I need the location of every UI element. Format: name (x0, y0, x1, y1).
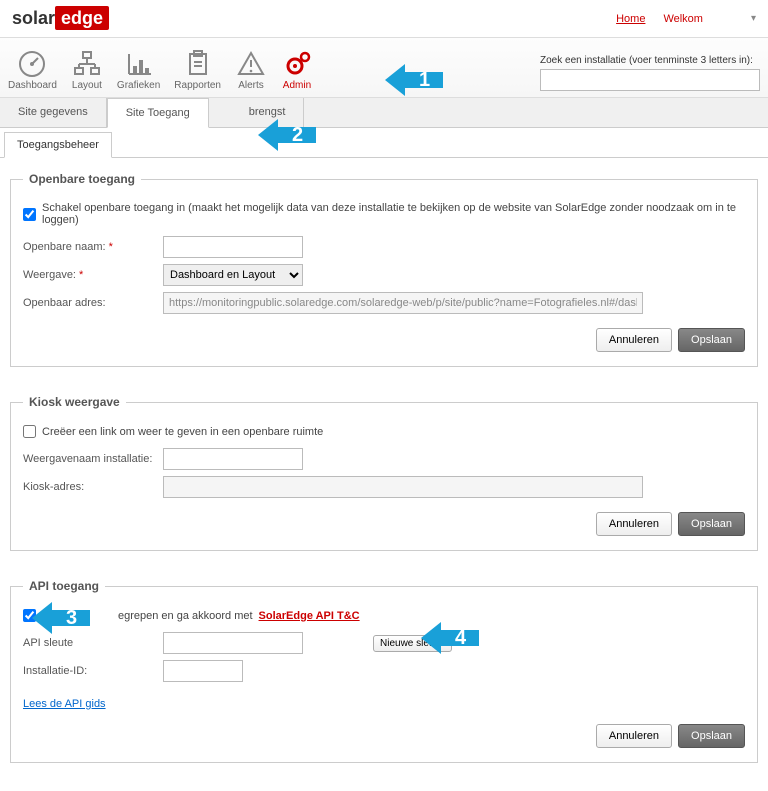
barchart-icon (123, 48, 155, 80)
api-save-button[interactable]: Opslaan (678, 724, 745, 748)
caret-down-icon[interactable]: ▾ (751, 13, 756, 24)
legend-kiosk: Kiosk weergave (23, 395, 126, 409)
nav-reports[interactable]: Rapporten (174, 48, 221, 91)
logo: solaredge (12, 8, 109, 29)
subtabs: Toegangsbeheer (0, 128, 768, 158)
clipboard-icon (182, 48, 214, 80)
nav-label: Grafieken (117, 80, 160, 91)
legend-public: Openbare toegang (23, 172, 141, 186)
nav-layout[interactable]: Layout (71, 48, 103, 91)
kiosk-section: Kiosk weergave Creëer een link om weer t… (10, 395, 758, 551)
kiosk-name-input[interactable] (163, 448, 303, 470)
kiosk-save-button[interactable]: Opslaan (678, 512, 745, 536)
tab-site-data[interactable]: Site gegevens (0, 98, 107, 127)
api-id-label: Installatie-ID: (23, 665, 163, 677)
public-addr-label: Openbaar adres: (23, 297, 163, 309)
tab-yield[interactable]: brengst (209, 98, 305, 127)
welcome-label[interactable]: Welkom (663, 13, 703, 25)
search-area: Zoek een installatie (voer tenminste 3 l… (540, 55, 760, 91)
api-key-label: API sleute (23, 637, 163, 649)
gauge-icon (16, 48, 48, 80)
nav-label: Rapporten (174, 80, 221, 91)
api-tnc-link[interactable]: SolarEdge API T&C (259, 610, 360, 622)
api-cancel-button[interactable]: Annuleren (596, 724, 672, 748)
public-name-label: Openbare naam: (23, 241, 163, 253)
api-guide-link[interactable]: Lees de API gids (23, 698, 106, 710)
public-addr-input[interactable] (163, 292, 643, 314)
api-newkey-button[interactable]: Nieuwe sleutel (373, 635, 452, 652)
nav-label: Dashboard (8, 80, 57, 91)
tabs: Site gegevens Site Toegang brengst (0, 98, 768, 128)
navbar: Dashboard Layout Grafieken Rapporten Ale… (0, 38, 768, 98)
public-cancel-button[interactable]: Annuleren (596, 328, 672, 352)
public-display-label: Weergave: (23, 269, 163, 281)
api-id-input[interactable] (163, 660, 243, 682)
nav-dashboard[interactable]: Dashboard (8, 48, 57, 91)
kiosk-name-label: Weergavenaam installatie: (23, 453, 163, 465)
kiosk-enable-label: Creëer een link om weer te geven in een … (42, 426, 323, 438)
gear-icon (281, 48, 313, 80)
header-links: Home Welkom ▾ (616, 13, 756, 25)
nav-alerts[interactable]: Alerts (235, 48, 267, 91)
tree-icon (71, 48, 103, 80)
public-enable-checkbox[interactable] (23, 208, 36, 221)
header: solaredge Home Welkom ▾ (0, 0, 768, 38)
search-label: Zoek een installatie (voer tenminste 3 l… (540, 55, 753, 66)
home-link[interactable]: Home (616, 13, 645, 25)
kiosk-addr-input[interactable] (163, 476, 643, 498)
nav-label: Layout (72, 80, 102, 91)
alert-icon (235, 48, 267, 80)
subtab-access-mgmt[interactable]: Toegangsbeheer (4, 132, 112, 158)
api-agree-checkbox[interactable] (23, 609, 36, 622)
search-input[interactable] (540, 69, 760, 91)
public-save-button[interactable]: Opslaan (678, 328, 745, 352)
kiosk-enable-checkbox[interactable] (23, 425, 36, 438)
kiosk-addr-label: Kiosk-adres: (23, 481, 163, 493)
panel: Openbare toegang Schakel openbare toegan… (10, 172, 758, 763)
tab-site-access[interactable]: Site Toegang (107, 98, 209, 128)
nav-label: Alerts (238, 80, 264, 91)
api-agree-text: egrepen en ga akkoord met (118, 610, 253, 622)
nav-label: Admin (283, 80, 311, 91)
logo-text1: solar (12, 8, 55, 28)
kiosk-cancel-button[interactable]: Annuleren (596, 512, 672, 536)
public-display-select[interactable]: Dashboard en Layout (163, 264, 303, 286)
public-enable-label: Schakel openbare toegang in (maakt het m… (42, 202, 745, 226)
logo-text2: edge (55, 6, 109, 30)
legend-api: API toegang (23, 579, 105, 593)
public-access-section: Openbare toegang Schakel openbare toegan… (10, 172, 758, 367)
api-key-input[interactable] (163, 632, 303, 654)
public-name-input[interactable] (163, 236, 303, 258)
nav-charts[interactable]: Grafieken (117, 48, 160, 91)
nav-admin[interactable]: Admin (281, 48, 313, 91)
api-section: API toegang egrepen en ga akkoord met So… (10, 579, 758, 763)
